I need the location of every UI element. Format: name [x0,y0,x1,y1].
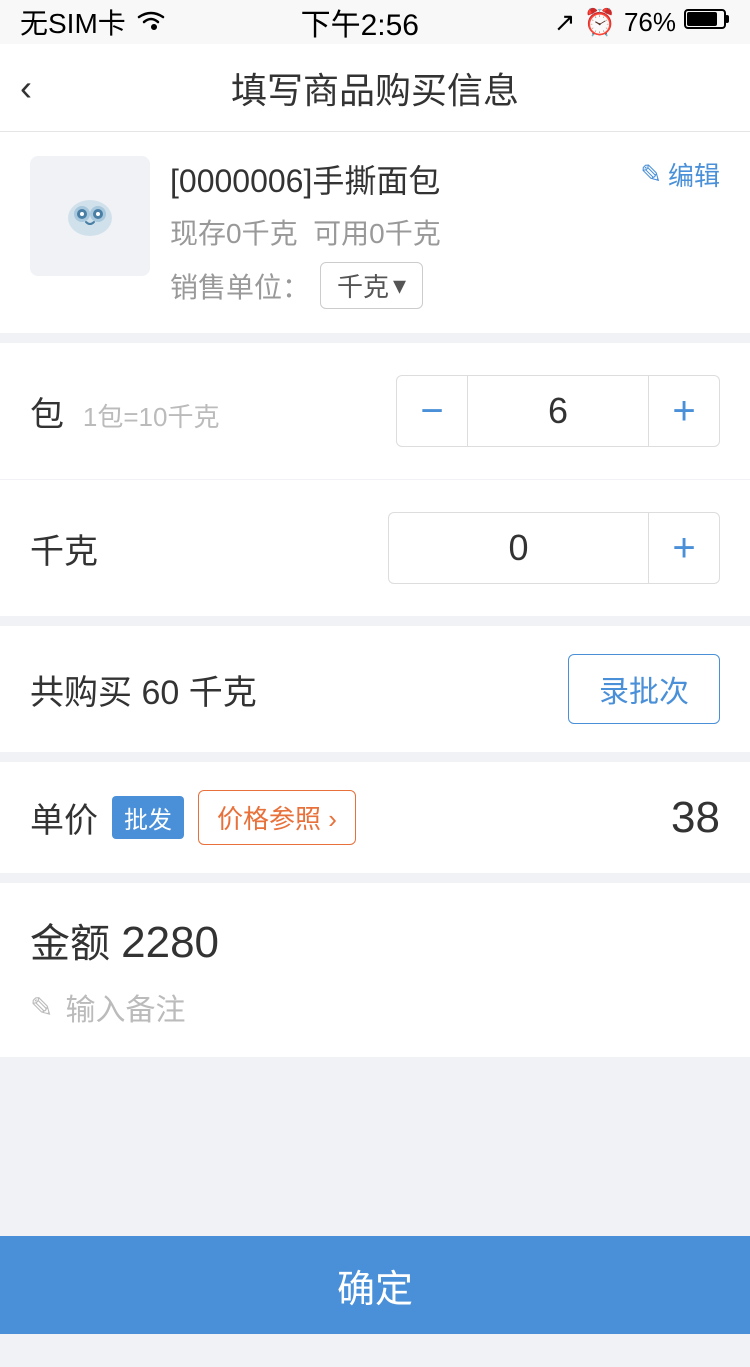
product-card: [0000006]手撕面包 现存0千克 可用0千克 销售单位： 千克 ▾ ✎ 编… [0,132,750,343]
nav-bar: ‹ 填写商品购买信息 [0,44,750,132]
kg-input[interactable] [388,512,648,584]
unit-selector[interactable]: 千克 ▾ [320,262,423,309]
amount-value: 2280 [121,918,219,967]
note-placeholder: 输入备注 [65,985,185,1029]
price-reference-button[interactable]: 价格参照 › [198,790,356,845]
edit-button[interactable]: ✎ 编辑 [640,156,720,193]
status-bar: 无SIM卡 下午2:56 ↗ ⏰ 76% [0,0,750,44]
battery-text: 76% [624,7,676,38]
package-label: 包 1包=10千克 [30,387,219,436]
batch-tag: 批发 [112,796,184,839]
kg-input-group: + [388,512,720,584]
price-label: 单价 [30,793,98,842]
product-info: [0000006]手撕面包 现存0千克 可用0千克 销售单位： 千克 ▾ [170,156,620,309]
status-left: 无SIM卡 [20,2,166,42]
price-value: 38 [671,793,720,843]
status-time: 下午2:56 [301,0,419,44]
location-icon: ↗ [554,7,576,38]
confirm-text: 确定 [337,1258,413,1313]
note-line[interactable]: ✎ 输入备注 [30,985,720,1029]
package-stepper: − + [396,375,720,447]
record-batch-button[interactable]: 录批次 [568,654,720,724]
price-section: 单价 批发 价格参照 › 38 [0,762,750,883]
amount-section: 金额 2280 ✎ 输入备注 [0,883,750,1067]
back-button[interactable]: ‹ [20,67,32,109]
package-hint: 1包=10千克 [83,402,220,432]
package-section: 包 1包=10千克 − + 千克 + [0,343,750,616]
carrier-text: 无SIM卡 [20,2,126,42]
kg-label: 千克 [30,524,98,573]
page-title: 填写商品购买信息 [231,62,519,114]
package-decrement-button[interactable]: − [396,375,468,447]
kg-increment-button[interactable]: + [648,512,720,584]
package-input[interactable] [468,375,648,447]
product-stock: 现存0千克 可用0千克 [170,212,620,252]
total-row: 共购买 60 千克 录批次 [0,626,750,762]
package-increment-button[interactable]: + [648,375,720,447]
confirm-bar[interactable]: 确定 [0,1236,750,1334]
status-right: ↗ ⏰ 76% [554,7,730,38]
wifi-icon [136,6,166,38]
total-text: 共购买 60 千克 [30,665,257,714]
product-name: [0000006]手撕面包 [170,156,620,202]
kg-row: 千克 + [0,480,750,616]
package-row: 包 1包=10千克 − + [0,343,750,480]
price-left: 单价 批发 价格参照 › [30,790,356,845]
amount-line: 金额 2280 [30,911,720,969]
battery-icon [684,7,730,38]
dropdown-arrow-icon: ▾ [393,270,406,301]
note-icon: ✎ [30,991,53,1024]
edit-icon: ✎ [640,159,662,190]
alarm-icon: ⏰ [584,7,616,38]
product-thumbnail [30,156,150,276]
product-unit: 销售单位： 千克 ▾ [170,262,620,309]
